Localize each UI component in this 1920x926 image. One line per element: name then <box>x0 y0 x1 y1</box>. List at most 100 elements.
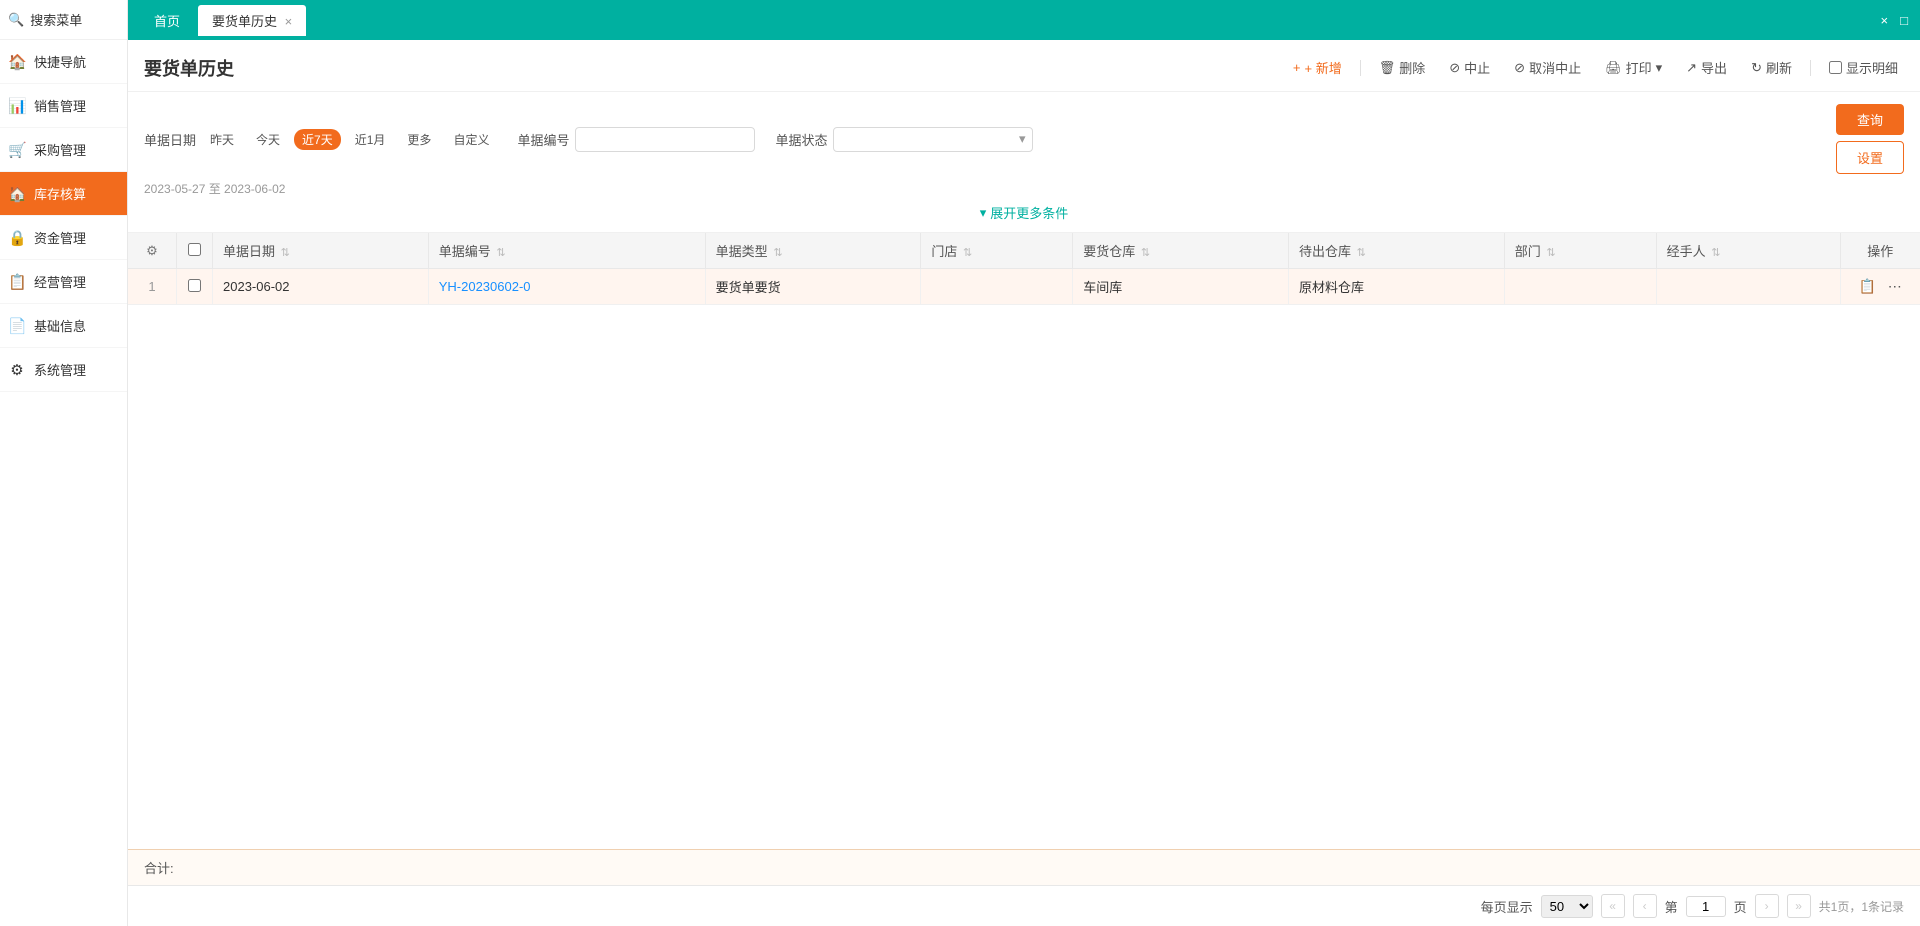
per-page-select[interactable]: 20 50 100 200 <box>1541 895 1593 918</box>
search-menu[interactable]: 🔍 搜索菜单 <box>0 0 127 40</box>
row-edit-icon[interactable]: 📋 <box>1855 276 1880 296</box>
th-store[interactable]: 门店 ⇅ <box>921 233 1073 269</box>
sort-store-icon: ⇅ <box>963 247 972 259</box>
sidebar-item-inventory[interactable]: 🏠 库存核算 <box>0 172 127 216</box>
table-container: ⚙ 单据日期 ⇅ 单据编号 ⇅ <box>128 233 1920 849</box>
new-button[interactable]: + + 新增 <box>1287 54 1348 81</box>
th-store-label: 门店 <box>931 244 957 259</box>
date-pill-custom[interactable]: 自定义 <box>445 129 497 150</box>
window-close-btn[interactable]: × <box>1881 13 1889 28</box>
sidebar-item-shortcuts[interactable]: 🏠 快捷导航 <box>0 40 127 84</box>
sidebar-item-basic[interactable]: 📄 基础信息 <box>0 304 127 348</box>
query-button[interactable]: 查询 <box>1836 104 1904 135</box>
delete-button[interactable]: 🗑 删除 <box>1373 54 1432 81</box>
search-icon: 🔍 <box>8 12 24 28</box>
print-dropdown-icon: ▾ <box>1656 60 1663 76</box>
tab-close-icon[interactable]: × <box>285 14 293 29</box>
page-header: 要货单历史 + + 新增 🗑 删除 ⊘ 中止 ⊘ 取消中止 <box>128 40 1920 92</box>
new-icon: + <box>1293 60 1301 75</box>
cancel-stop-label: 取消中止 <box>1529 58 1581 77</box>
date-pill-yesterday[interactable]: 昨天 <box>202 129 242 150</box>
date-pill-7days[interactable]: 近7天 <box>294 129 341 150</box>
row-index: 1 <box>128 269 177 305</box>
sidebar-item-label: 销售管理 <box>34 96 86 115</box>
pagination-bar: 每页显示 20 50 100 200 « ‹ 第 页 › » 共1页，1条记录 <box>128 885 1920 926</box>
show-detail-checkbox[interactable] <box>1829 61 1842 74</box>
stop-label: 中止 <box>1464 58 1490 77</box>
row-department <box>1504 269 1656 305</box>
date-pill-more[interactable]: 更多 <box>399 129 439 150</box>
page-number-input[interactable] <box>1686 896 1726 917</box>
sort-pending-warehouse-icon: ⇅ <box>1357 247 1366 259</box>
status-select-wrapper <box>833 127 1033 152</box>
tab-requisition-history-label: 要货单历史 <box>212 14 277 29</box>
status-select[interactable] <box>833 127 1033 152</box>
stop-button[interactable]: ⊘ 中止 <box>1443 54 1496 81</box>
date-pill-1month[interactable]: 近1月 <box>347 129 394 150</box>
topbar-right: × □ <box>1881 13 1908 28</box>
next-page-btn[interactable]: › <box>1755 894 1779 918</box>
tab-home[interactable]: 首页 <box>140 5 194 36</box>
row-checkbox[interactable] <box>188 279 201 292</box>
th-checkbox <box>177 233 213 269</box>
cancel-stop-button[interactable]: ⊘ 取消中止 <box>1508 54 1587 81</box>
row-doc-no-link[interactable]: YH-20230602-0 <box>439 279 531 294</box>
th-handler-label: 经手人 <box>1667 244 1706 259</box>
delete-icon: 🗑 <box>1379 60 1396 76</box>
new-label: + 新增 <box>1304 58 1341 77</box>
expand-more-icon: ▾ <box>980 205 987 221</box>
filter-settings-button[interactable]: 设置 <box>1836 141 1904 174</box>
delete-label: 删除 <box>1399 58 1425 77</box>
th-department[interactable]: 部门 ⇅ <box>1504 233 1656 269</box>
table-footer: 合计: <box>128 849 1920 885</box>
filter-row-1: 单据日期 昨天 今天 近7天 近1月 更多 自定义 单据编号 <box>144 104 1904 174</box>
th-pending-warehouse[interactable]: 待出仓库 ⇅ <box>1289 233 1505 269</box>
date-pill-today[interactable]: 今天 <box>248 129 288 150</box>
doc-no-input[interactable] <box>575 127 755 152</box>
show-detail-button[interactable]: 显示明细 <box>1823 54 1904 81</box>
sidebar-item-system[interactable]: ⚙ 系统管理 <box>0 348 127 392</box>
sidebar-item-finance[interactable]: 🔒 资金管理 <box>0 216 127 260</box>
row-req-warehouse: 车间库 <box>1073 269 1289 305</box>
row-store <box>921 269 1073 305</box>
doc-no-label: 单据编号 <box>517 130 569 149</box>
sort-date-icon: ⇅ <box>281 247 290 259</box>
export-button[interactable]: ↗ 导出 <box>1680 54 1733 81</box>
status-label: 单据状态 <box>775 130 827 149</box>
row-handler <box>1656 269 1840 305</box>
th-doc-no[interactable]: 单据编号 ⇅ <box>428 233 705 269</box>
th-date[interactable]: 单据日期 ⇅ <box>213 233 429 269</box>
tab-requisition-history[interactable]: 要货单历史 × <box>198 5 306 36</box>
row-more-icon[interactable]: ⋯ <box>1884 276 1906 296</box>
sidebar-item-purchase[interactable]: 🛒 采购管理 <box>0 128 127 172</box>
print-icon: 🖨 <box>1605 60 1622 76</box>
inventory-icon: 🏠 <box>8 185 26 203</box>
expand-more-btn[interactable]: ▾ 展开更多条件 <box>144 197 1904 224</box>
th-handler[interactable]: 经手人 ⇅ <box>1656 233 1840 269</box>
th-doc-type[interactable]: 单据类型 ⇅ <box>705 233 921 269</box>
operations-icon: 📋 <box>8 273 26 291</box>
first-page-btn[interactable]: « <box>1601 894 1625 918</box>
th-action: 操作 <box>1840 233 1920 269</box>
last-page-btn[interactable]: » <box>1787 894 1811 918</box>
table-settings-icon[interactable]: ⚙ <box>138 243 166 259</box>
total-label: 合计: <box>144 858 174 877</box>
sidebar-item-sales[interactable]: 📊 销售管理 <box>0 84 127 128</box>
th-department-label: 部门 <box>1515 244 1541 259</box>
window-maximize-btn[interactable]: □ <box>1900 13 1908 28</box>
select-all-checkbox[interactable] <box>188 243 201 256</box>
system-icon: ⚙ <box>8 361 26 379</box>
table-row: 1 2023-06-02 YH-20230602-0 要货单要货 车间库 原材料… <box>128 269 1920 305</box>
main-area: 首页 要货单历史 × × □ 要货单历史 + + 新增 🗑 删除 <box>128 0 1920 926</box>
toolbar-divider-2 <box>1810 60 1811 76</box>
page-label-suffix: 页 <box>1734 897 1747 916</box>
refresh-label: 刷新 <box>1766 58 1792 77</box>
sidebar-item-operations[interactable]: 📋 经营管理 <box>0 260 127 304</box>
refresh-button[interactable]: ↻ 刷新 <box>1745 54 1798 81</box>
print-button[interactable]: 🖨 打印 ▾ <box>1599 54 1668 81</box>
th-req-warehouse[interactable]: 要货仓库 ⇅ <box>1073 233 1289 269</box>
th-settings: ⚙ <box>128 233 177 269</box>
prev-page-btn[interactable]: ‹ <box>1633 894 1657 918</box>
row-pending-warehouse: 原材料仓库 <box>1289 269 1505 305</box>
filter-actions: 查询 设置 <box>1836 104 1904 174</box>
